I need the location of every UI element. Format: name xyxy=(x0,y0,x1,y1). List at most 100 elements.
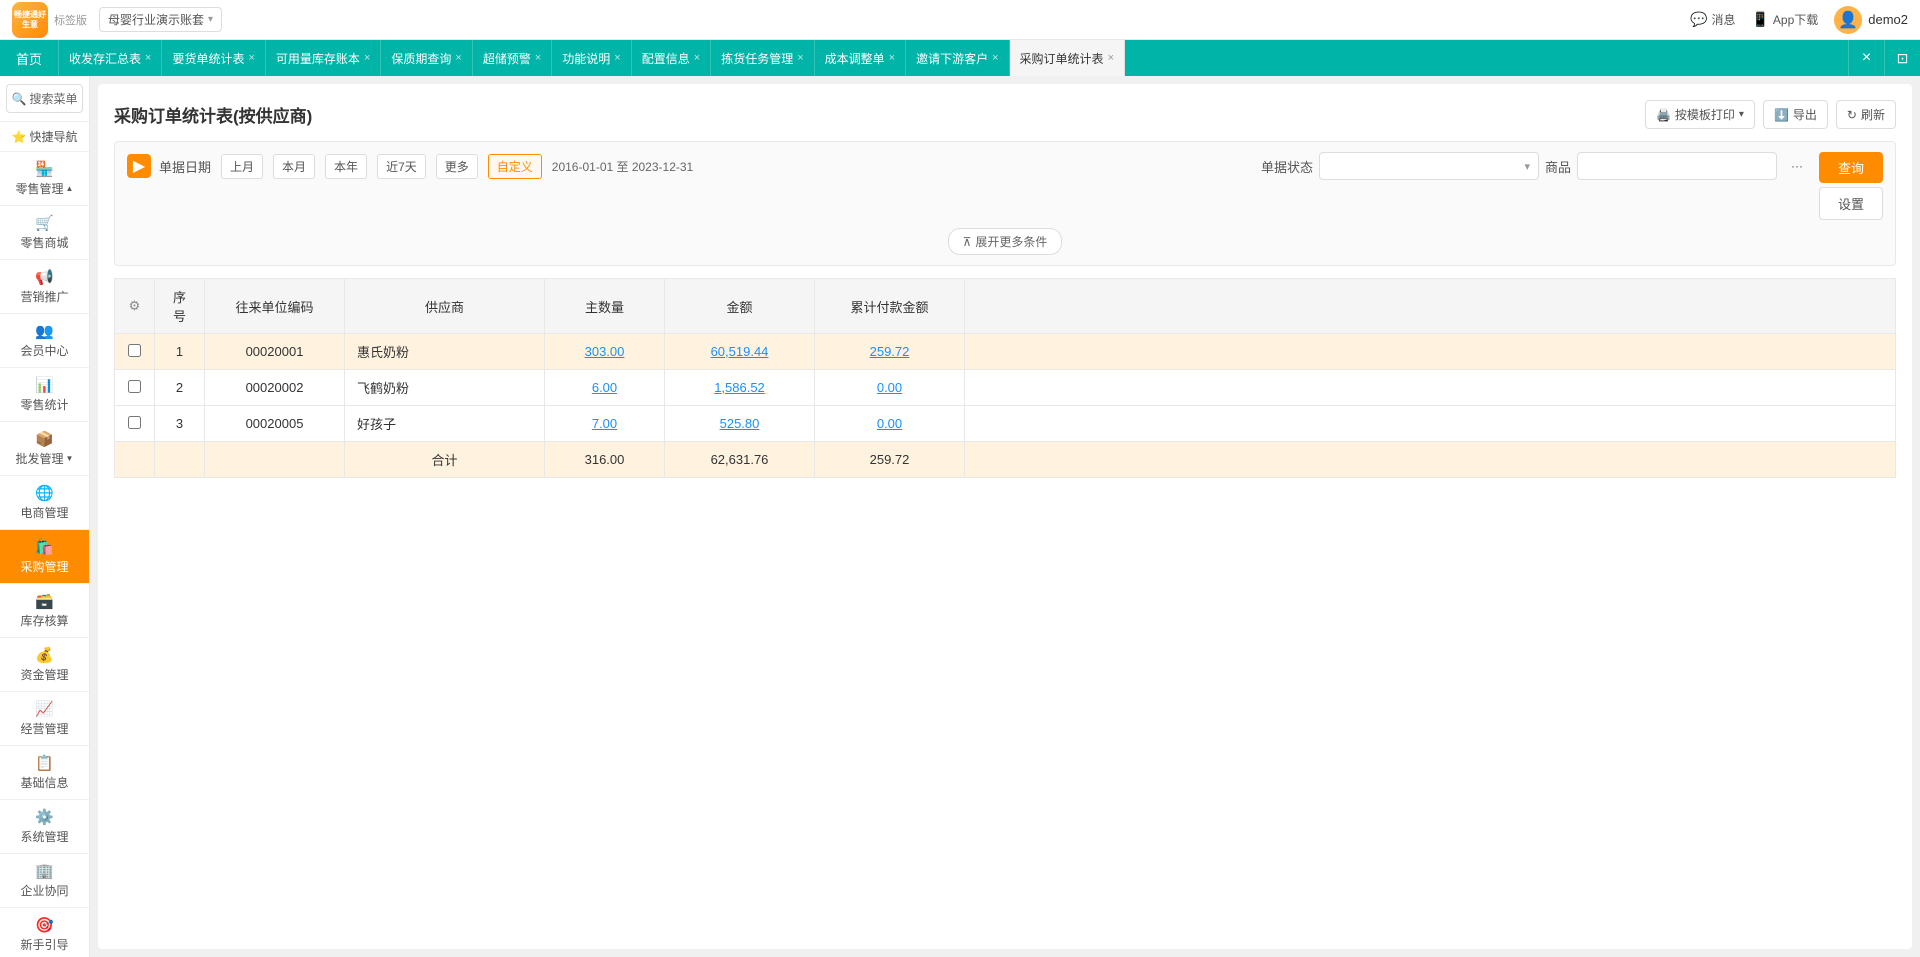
tab-chaochuyujing[interactable]: 超储预警 × xyxy=(473,40,552,76)
message-btn[interactable]: 💬 消息 xyxy=(1690,11,1735,28)
expand-more-btn[interactable]: ⊼ 展开更多条件 xyxy=(948,228,1063,255)
tab-shoufacun[interactable]: 收发存汇总表 × xyxy=(59,40,162,76)
row-1-paid[interactable]: 259.72 xyxy=(815,334,965,370)
row-2-no: 2 xyxy=(155,370,205,406)
tab-caigou-close[interactable]: × xyxy=(1108,52,1114,64)
sidebar-item-xinshou[interactable]: 🎯 新手引导 xyxy=(0,908,89,957)
template-print-btn[interactable]: 🖨️ 按模板打印 ▾ xyxy=(1645,100,1755,129)
date-shang-btn[interactable]: 上月 xyxy=(221,154,263,179)
tab-paihuorenwu[interactable]: 拣货任务管理 × xyxy=(711,40,814,76)
row-2-amount[interactable]: 1,586.52 xyxy=(665,370,815,406)
tab-yaohuo[interactable]: 要货单统计表 × xyxy=(162,40,265,76)
sidebar-item-caigouguan-label: 采购管理 xyxy=(20,558,68,575)
col-checkbox[interactable]: ⚙ xyxy=(115,279,155,334)
tab-yaoqing-close[interactable]: × xyxy=(992,52,998,64)
row-3-paid[interactable]: 0.00 xyxy=(815,406,965,442)
settings-gear-icon[interactable]: ⚙ xyxy=(129,298,141,313)
tab-paihuorenwu-close[interactable]: × xyxy=(797,52,803,64)
row-1-amount[interactable]: 60,519.44 xyxy=(665,334,815,370)
search-btn[interactable]: 查询 xyxy=(1819,152,1883,183)
sidebar-item-lingshouji[interactable]: 📊 零售统计 xyxy=(0,368,89,422)
filter-more-btn[interactable]: ··· xyxy=(1783,156,1811,176)
tab-chenben[interactable]: 成本调整单 × xyxy=(815,40,906,76)
tab-peizhi[interactable]: 配置信息 × xyxy=(632,40,711,76)
sidebar-item-dianzhan[interactable]: 🌐 电商管理 xyxy=(0,476,89,530)
tab-fullscreen-btn[interactable]: ⊡ xyxy=(1884,40,1920,76)
tab-keyongliku-close[interactable]: × xyxy=(364,52,370,64)
tab-chaochuyujing-close[interactable]: × xyxy=(535,52,541,64)
sidebar-item-lingshouguan[interactable]: 🏪 零售管理 ▲ xyxy=(0,152,89,206)
goods-filter-input[interactable] xyxy=(1577,152,1777,180)
sidebar-item-qiye-label: 企业协同 xyxy=(20,882,68,899)
footer-no xyxy=(155,442,205,478)
date-custom-tag[interactable]: 自定义 xyxy=(488,154,542,179)
row-3-check[interactable] xyxy=(128,416,141,429)
sidebar-quick-nav[interactable]: ⭐ 快捷导航 xyxy=(0,122,89,152)
sidebar-item-jichu-label: 基础信息 xyxy=(20,774,68,791)
tab-shoufacun-close[interactable]: × xyxy=(145,52,151,64)
sidebar-item-qiye[interactable]: 🏢 企业协同 xyxy=(0,854,89,908)
tab-chenben-close[interactable]: × xyxy=(889,52,895,64)
date-range-display: 2016-01-01 至 2023-12-31 xyxy=(552,158,693,175)
tab-gongneng[interactable]: 功能说明 × xyxy=(552,40,631,76)
tab-baoguan[interactable]: 保质期查询 × xyxy=(381,40,472,76)
sidebar-item-xitong[interactable]: ⚙️ 系统管理 xyxy=(0,800,89,854)
sidebar-item-kucun[interactable]: 🗃️ 库存核算 xyxy=(0,584,89,638)
tab-peizhi-close[interactable]: × xyxy=(694,52,700,64)
export-btn[interactable]: ⬇️ 导出 xyxy=(1763,100,1828,129)
row-3-amount[interactable]: 525.80 xyxy=(665,406,815,442)
app-download-label: App下载 xyxy=(1773,11,1818,28)
row-2-checkbox[interactable] xyxy=(115,370,155,406)
sidebar-item-yingxiao[interactable]: 📢 营销推广 xyxy=(0,260,89,314)
guide-icon: 🎯 xyxy=(35,916,54,934)
workspace-selector[interactable]: 母婴行业演示账套 ▾ xyxy=(99,7,222,32)
sidebar-item-huiyuan[interactable]: 👥 会员中心 xyxy=(0,314,89,368)
sidebar-item-pifa[interactable]: 📦 批发管理 ▼ xyxy=(0,422,89,476)
sidebar-item-lingshous[interactable]: 🛒 零售商城 xyxy=(0,206,89,260)
filter-toggle-btn[interactable]: ▶ xyxy=(127,154,151,178)
row-1-no: 1 xyxy=(155,334,205,370)
row-2-qty[interactable]: 6.00 xyxy=(545,370,665,406)
row-2-check[interactable] xyxy=(128,380,141,393)
row-2-paid[interactable]: 0.00 xyxy=(815,370,965,406)
print-dropdown-icon: ▾ xyxy=(1739,109,1744,120)
table-footer-row: 合计 316.00 62,631.76 259.72 xyxy=(115,442,1896,478)
sidebar-item-lingshous-label: 零售商城 xyxy=(20,234,68,251)
user-area[interactable]: 👤 demo2 xyxy=(1834,6,1908,34)
operation-icon: 📈 xyxy=(35,700,54,718)
breadcrumb: 标签版 xyxy=(54,12,87,28)
tab-home[interactable]: 首页 xyxy=(0,40,59,76)
refresh-btn[interactable]: ↻ 刷新 xyxy=(1836,100,1896,129)
row-1-checkbox[interactable] xyxy=(115,334,155,370)
tab-baoguan-close[interactable]: × xyxy=(455,52,461,64)
footer-paid: 259.72 xyxy=(815,442,965,478)
row-1-qty[interactable]: 303.00 xyxy=(545,334,665,370)
sidebar-item-caigouguan[interactable]: 🛍️ 采购管理 xyxy=(0,530,89,584)
date-jin7-btn[interactable]: 近7天 xyxy=(377,154,426,179)
sidebar-item-jichu[interactable]: 📋 基础信息 xyxy=(0,746,89,800)
status-filter-select[interactable]: ▾ xyxy=(1319,152,1539,180)
tab-close-all-btn[interactable]: × xyxy=(1848,40,1884,76)
sidebar-item-zijin[interactable]: 💰 资金管理 xyxy=(0,638,89,692)
date-ben-btn[interactable]: 本月 xyxy=(273,154,315,179)
tab-yaohuo-close[interactable]: × xyxy=(248,52,254,64)
settings-filter-btn[interactable]: 设置 xyxy=(1819,187,1883,220)
logo-text: 畅捷通好生意 xyxy=(14,10,46,29)
row-3-checkbox[interactable] xyxy=(115,406,155,442)
sidebar-item-yingxiao-label: 营销推广 xyxy=(20,288,68,305)
tab-gongneng-close[interactable]: × xyxy=(614,52,620,64)
tab-caigou-active[interactable]: 采购订单统计表 × xyxy=(1010,40,1125,76)
row-2-code: 00020002 xyxy=(205,370,345,406)
row-1-check[interactable] xyxy=(128,344,141,357)
retail-stats-icon: 📊 xyxy=(35,376,54,394)
sidebar-item-jingying[interactable]: 📈 经营管理 xyxy=(0,692,89,746)
row-3-qty[interactable]: 7.00 xyxy=(545,406,665,442)
tab-yaoqing[interactable]: 邀请下游客户 × xyxy=(906,40,1009,76)
sidebar-search-btn[interactable]: 🔍 搜索菜单 xyxy=(0,76,89,122)
tab-keyongliku[interactable]: 可用量库存账本 × xyxy=(266,40,381,76)
date-benmian-btn[interactable]: 本年 xyxy=(325,154,367,179)
app-download-btn[interactable]: 📱 App下载 xyxy=(1751,11,1818,28)
purchase-icon: 🛍️ xyxy=(35,538,54,556)
table-row: 3 00020005 好孩子 7.00 525.80 0.00 xyxy=(115,406,1896,442)
date-more-btn[interactable]: 更多 xyxy=(436,154,478,179)
